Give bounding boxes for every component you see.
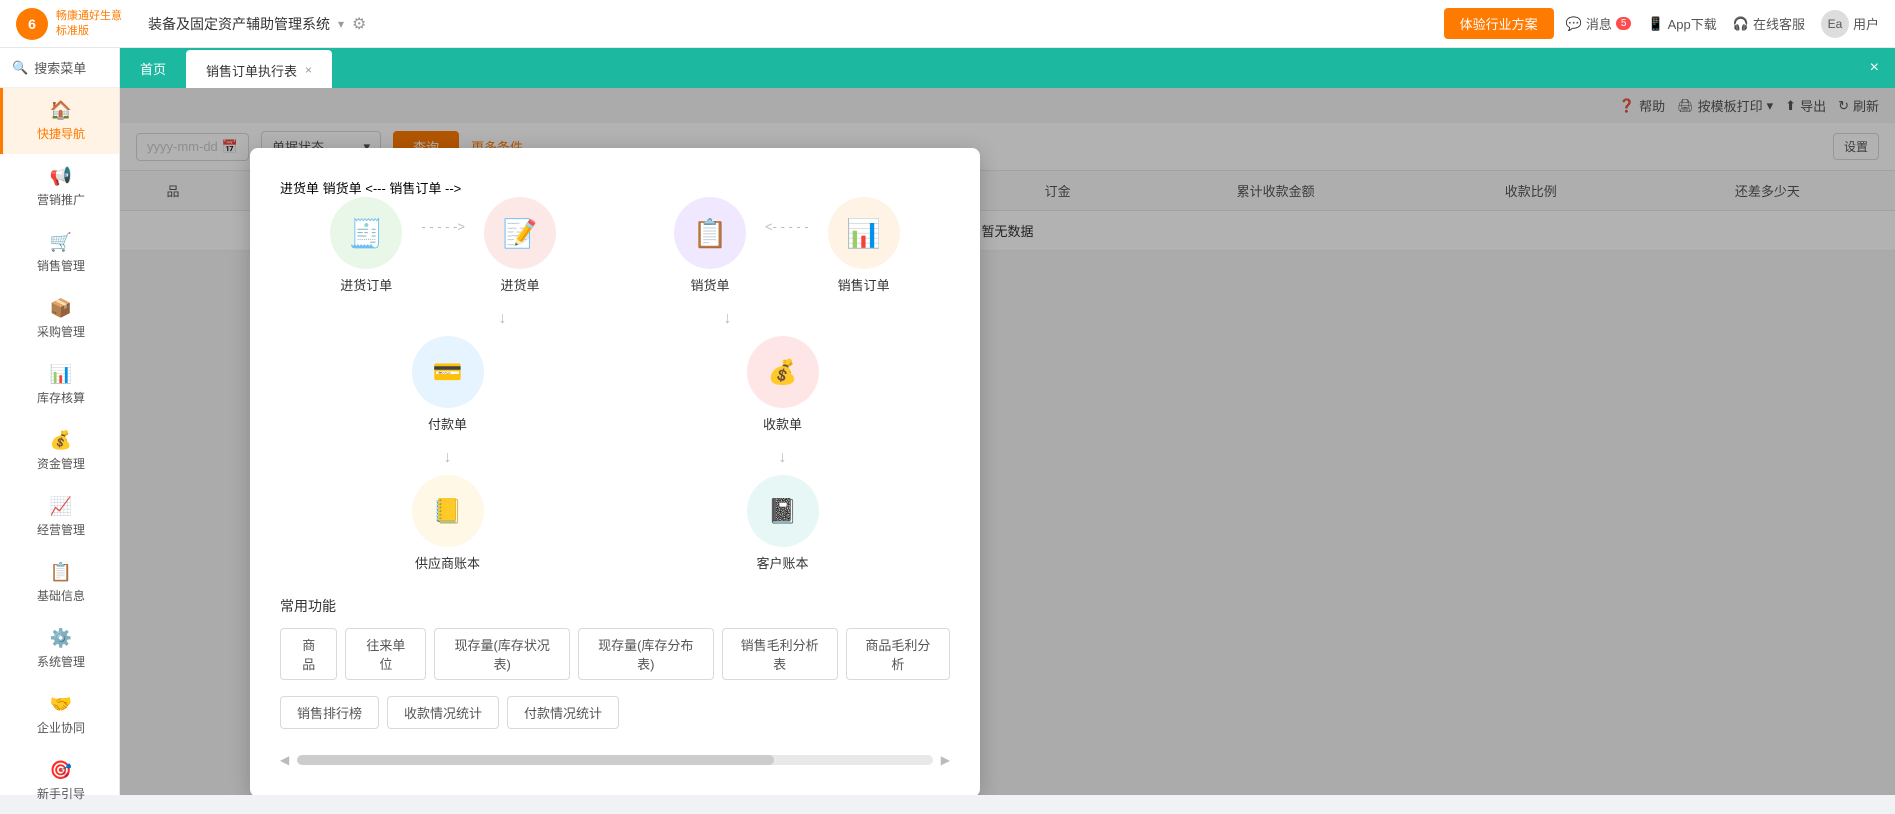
common-title: 常用功能 xyxy=(280,596,950,616)
tab-bar: 首页 销售订单执行表 × × xyxy=(120,48,1895,88)
common-function-btn[interactable]: 收款情况统计 xyxy=(387,696,499,729)
flow-node-purchase-order[interactable]: 🧾 进货订单 xyxy=(311,197,421,294)
sidebar-item-system[interactable]: ⚙️ 系统管理 xyxy=(0,616,119,682)
top-right-actions: 💬 消息 5 📱 App下载 🎧 在线客服 Ea 用户 xyxy=(1566,10,1879,38)
search-menu[interactable]: 🔍 搜索菜单 xyxy=(0,48,119,88)
logo-text: 畅康通好生意 标准版 xyxy=(56,9,122,38)
flow-modal: 进货单 销货单 <--- 销售订单 --> 🧾 进货订单 - - - - -> … xyxy=(250,148,980,795)
sidebar-item-purchase[interactable]: 📦 采购管理 xyxy=(0,286,119,352)
sidebar-item-enterprise[interactable]: 🤝 企业协同 xyxy=(0,682,119,748)
flow-node-supplier-account[interactable]: 📒 供应商账本 xyxy=(412,475,484,572)
message-icon: 💬 xyxy=(1566,16,1582,32)
common-function-btn[interactable]: 销售毛利分析表 xyxy=(722,628,838,680)
message-btn[interactable]: 💬 消息 5 xyxy=(1566,14,1632,33)
common-btns: 商品往来单位现存量(库存状况表)现存量(库存分布表)销售毛利分析表商品毛利分析销… xyxy=(280,628,950,737)
sidebar-item-inventory[interactable]: 📊 库存核算 xyxy=(0,352,119,418)
app-download-btn[interactable]: 📱 App下载 xyxy=(1647,14,1716,33)
flow-node-sale-bill[interactable]: 📋 销货单 xyxy=(655,197,765,294)
flow-node-customer-account[interactable]: 📓 客户账本 xyxy=(747,475,819,572)
common-function-btn[interactable]: 销售排行榜 xyxy=(280,696,379,729)
sidebar-item-quick-nav[interactable]: 🏠 快捷导航 xyxy=(0,88,119,154)
receipt-icon: 💰 xyxy=(747,336,819,408)
avatar: Ea xyxy=(1821,10,1849,38)
user-menu[interactable]: Ea 用户 xyxy=(1821,10,1879,38)
supplier-account-icon: 📒 xyxy=(412,475,484,547)
top-bar: 6 畅康通好生意 标准版 装备及固定资产辅助管理系统 ▾ ⚙ 体验行业方案 💬 … xyxy=(0,0,1895,48)
message-badge: 5 xyxy=(1616,17,1632,30)
system-title: 装备及固定资产辅助管理系统 ▾ ⚙ xyxy=(148,14,1432,34)
tab-sales-order[interactable]: 销售订单执行表 × xyxy=(186,50,332,90)
payment-icon: 💳 xyxy=(412,336,484,408)
service-icon: 🎧 xyxy=(1733,16,1749,32)
flow-node-payment[interactable]: 💳 付款单 xyxy=(412,336,484,433)
trial-button[interactable]: 体验行业方案 xyxy=(1444,8,1554,39)
flow-node-receipt[interactable]: 💰 收款单 xyxy=(747,336,819,433)
enterprise-icon: 🤝 xyxy=(50,694,72,715)
page-content: ❓ 帮助 🖨 按模板打印 ▾ ⬆ 导出 ↻ 刷新 xyxy=(120,88,1895,795)
common-function-btn[interactable]: 商品 xyxy=(280,628,337,680)
system-icon: ⚙️ xyxy=(50,628,72,649)
sidebar-item-operation[interactable]: 📈 经营管理 xyxy=(0,484,119,550)
flow-node-sale-order[interactable]: 📊 销售订单 xyxy=(809,197,919,294)
logo-icon: 6 xyxy=(16,8,48,40)
online-service-btn[interactable]: 🎧 在线客服 xyxy=(1733,14,1805,33)
customer-account-icon: 📓 xyxy=(747,475,819,547)
logo-area: 6 畅康通好生意 标准版 xyxy=(16,8,136,40)
sidebar: 🔍 搜索菜单 🏠 快捷导航 📢 营销推广 🛒 销售管理 📦 采购管理 📊 库存核… xyxy=(0,48,120,795)
dropdown-icon[interactable]: ▾ xyxy=(338,17,344,31)
purchase-icon: 📦 xyxy=(50,298,72,319)
basic-icon: 📋 xyxy=(50,562,72,583)
common-function-btn[interactable]: 商品毛利分析 xyxy=(846,628,950,680)
inventory-icon: 📊 xyxy=(50,364,72,385)
content-area: 首页 销售订单执行表 × × ❓ 帮助 🖨 按模板打印 ▾ xyxy=(120,48,1895,795)
tab-close-icon[interactable]: × xyxy=(305,63,312,77)
close-all-tabs[interactable]: × xyxy=(1854,59,1895,77)
sidebar-item-sales[interactable]: 🛒 销售管理 xyxy=(0,220,119,286)
common-function-btn[interactable]: 往来单位 xyxy=(345,628,426,680)
sale-order-icon: 📊 xyxy=(828,197,900,269)
sales-icon: 🛒 xyxy=(50,232,72,253)
purchase-bill-icon: 📝 xyxy=(484,197,556,269)
flow-node-purchase-bill[interactable]: 📝 进货单 xyxy=(465,197,575,294)
sidebar-item-basic[interactable]: 📋 基础信息 xyxy=(0,550,119,616)
purchase-order-icon: 🧾 xyxy=(330,197,402,269)
search-icon: 🔍 xyxy=(12,60,28,76)
operation-icon: 📈 xyxy=(50,496,72,517)
main-layout: 🔍 搜索菜单 🏠 快捷导航 📢 营销推广 🛒 销售管理 📦 采购管理 📊 库存核… xyxy=(0,48,1895,795)
system-name: 装备及固定资产辅助管理系统 xyxy=(148,14,330,34)
marketing-icon: 📢 xyxy=(50,166,72,187)
newbie-icon: 🎯 xyxy=(50,760,72,781)
home-icon: 🏠 xyxy=(50,100,72,121)
common-function-btn[interactable]: 付款情况统计 xyxy=(507,696,619,729)
app-icon: 📱 xyxy=(1647,16,1663,32)
sale-bill-icon: 📋 xyxy=(674,197,746,269)
sidebar-item-finance[interactable]: 💰 资金管理 xyxy=(0,418,119,484)
tab-home[interactable]: 首页 xyxy=(120,48,186,88)
sidebar-item-marketing[interactable]: 📢 营销推广 xyxy=(0,154,119,220)
common-function-btn[interactable]: 现存量(库存分布表) xyxy=(578,628,714,680)
common-function-btn[interactable]: 现存量(库存状况表) xyxy=(434,628,570,680)
gear-icon[interactable]: ⚙ xyxy=(352,14,366,34)
common-functions: 常用功能 商品往来单位现存量(库存状况表)现存量(库存分布表)销售毛利分析表商品… xyxy=(280,596,950,737)
finance-icon: 💰 xyxy=(50,430,72,451)
sidebar-item-newbie[interactable]: 🎯 新手引导 xyxy=(0,748,119,814)
